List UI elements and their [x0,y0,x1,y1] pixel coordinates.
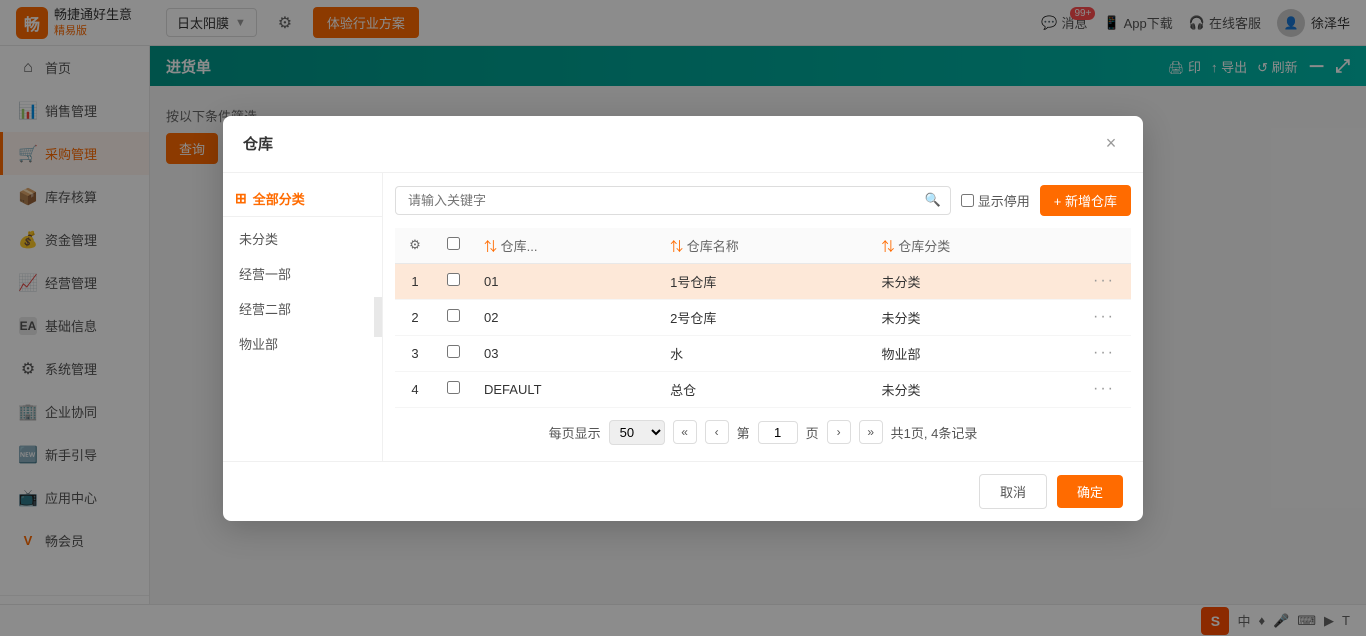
table-toolbar: 🔍 显示停用 + 新增仓库 [395,185,1131,216]
row-name: 总仓 [658,371,869,407]
confirm-button[interactable]: 确定 [1057,475,1123,508]
category-uncategorized[interactable]: 未分类 [223,221,382,256]
modal-header: 仓库 × [223,116,1143,173]
sort-icon-name: ⇅ [670,239,683,254]
category-property[interactable]: 物业部 [223,326,382,361]
grid-icon: ⊞ [235,190,247,207]
col-action [1081,228,1131,264]
row-code: 03 [472,335,658,371]
row-category: 未分类 [870,299,1081,335]
table-row[interactable]: 3 03 水 物业部 ··· [395,335,1131,371]
table-header-row: ⚙ ⇅ 仓库... ⇅ 仓库名称 [395,228,1131,264]
modal-close-button[interactable]: × [1099,132,1123,156]
more-actions-button[interactable]: ··· [1093,272,1115,289]
search-input-wrap: 🔍 [395,186,951,215]
col-name: ⇅ 仓库名称 [658,228,869,264]
col-category: ⇅ 仓库分类 [870,228,1081,264]
row-actions[interactable]: ··· [1081,335,1131,371]
more-actions-button[interactable]: ··· [1093,308,1115,325]
select-all-checkbox[interactable] [447,237,460,250]
per-page-label: 每页显示 [549,423,601,442]
modal-body: ⊞ 全部分类 未分类 经营一部 经营二部 物业部 《 🔍 [223,173,1143,461]
row-num: 1 [395,263,435,299]
more-actions-button[interactable]: ··· [1093,380,1115,397]
row-checkbox[interactable] [435,371,472,407]
table-scroll: ⚙ ⇅ 仓库... ⇅ 仓库名称 [395,228,1131,408]
category-dept1[interactable]: 经营一部 [223,256,382,291]
row-name: 水 [658,335,869,371]
row-category: 物业部 [870,335,1081,371]
col-checkbox [435,228,472,264]
disabled-checkbox-input[interactable] [961,194,974,207]
modal-overlay: 仓库 × ⊞ 全部分类 未分类 经营一部 经营二部 物业部 《 [0,0,1366,636]
row-name: 1号仓库 [658,263,869,299]
more-actions-button[interactable]: ··· [1093,344,1115,361]
warehouse-modal: 仓库 × ⊞ 全部分类 未分类 经营一部 经营二部 物业部 《 [223,116,1143,521]
row-actions[interactable]: ··· [1081,263,1131,299]
row-checkbox[interactable] [435,335,472,371]
page-unit: 页 [806,423,819,442]
cancel-button[interactable]: 取消 [979,474,1047,509]
row-checkbox[interactable] [435,263,472,299]
row-name: 2号仓库 [658,299,869,335]
table-row[interactable]: 2 02 2号仓库 未分类 ··· [395,299,1131,335]
row-num: 3 [395,335,435,371]
sort-icon: ⇅ [484,239,497,254]
row-code: 02 [472,299,658,335]
next-page-button[interactable]: › [827,420,851,444]
pagination-bar: 每页显示 50 20 100 « ‹ 第 页 › » 共1页, 4条记录 [395,408,1131,449]
row-actions[interactable]: ··· [1081,299,1131,335]
page-label: 第 [737,423,750,442]
row-category: 未分类 [870,371,1081,407]
search-icon[interactable]: 🔍 [925,192,941,208]
category-dept2[interactable]: 经营二部 [223,291,382,326]
sort-icon-cat: ⇅ [882,239,895,254]
category-panel: ⊞ 全部分类 未分类 经营一部 经营二部 物业部 《 [223,173,383,461]
table-row[interactable]: 1 01 1号仓库 未分类 ··· [395,263,1131,299]
col-settings: ⚙ [395,228,435,264]
row-checkbox[interactable] [435,299,472,335]
collapse-panel-button[interactable]: 《 [374,297,383,337]
prev-page-button[interactable]: ‹ [705,420,729,444]
last-page-button[interactable]: » [859,420,883,444]
modal-footer: 取消 确定 [223,461,1143,521]
all-categories-header[interactable]: ⊞ 全部分类 [223,181,382,217]
row-num: 2 [395,299,435,335]
total-records-label: 共1页, 4条记录 [891,423,978,442]
all-categories-label: 全部分类 [253,189,305,208]
row-code: DEFAULT [472,371,658,407]
row-actions[interactable]: ··· [1081,371,1131,407]
page-number-input[interactable] [758,421,798,444]
modal-title: 仓库 [243,133,273,154]
table-row[interactable]: 4 DEFAULT 总仓 未分类 ··· [395,371,1131,407]
search-input[interactable] [395,186,951,215]
row-category: 未分类 [870,263,1081,299]
per-page-select[interactable]: 50 20 100 [609,420,665,445]
show-disabled-checkbox[interactable]: 显示停用 [961,191,1030,210]
add-warehouse-button[interactable]: + 新增仓库 [1040,185,1131,216]
table-panel: 🔍 显示停用 + 新增仓库 ⚙ [383,173,1143,461]
row-code: 01 [472,263,658,299]
col-code: ⇅ 仓库... [472,228,658,264]
show-disabled-label: 显示停用 [978,191,1030,210]
row-num: 4 [395,371,435,407]
first-page-button[interactable]: « [673,420,697,444]
warehouse-table: ⚙ ⇅ 仓库... ⇅ 仓库名称 [395,228,1131,408]
